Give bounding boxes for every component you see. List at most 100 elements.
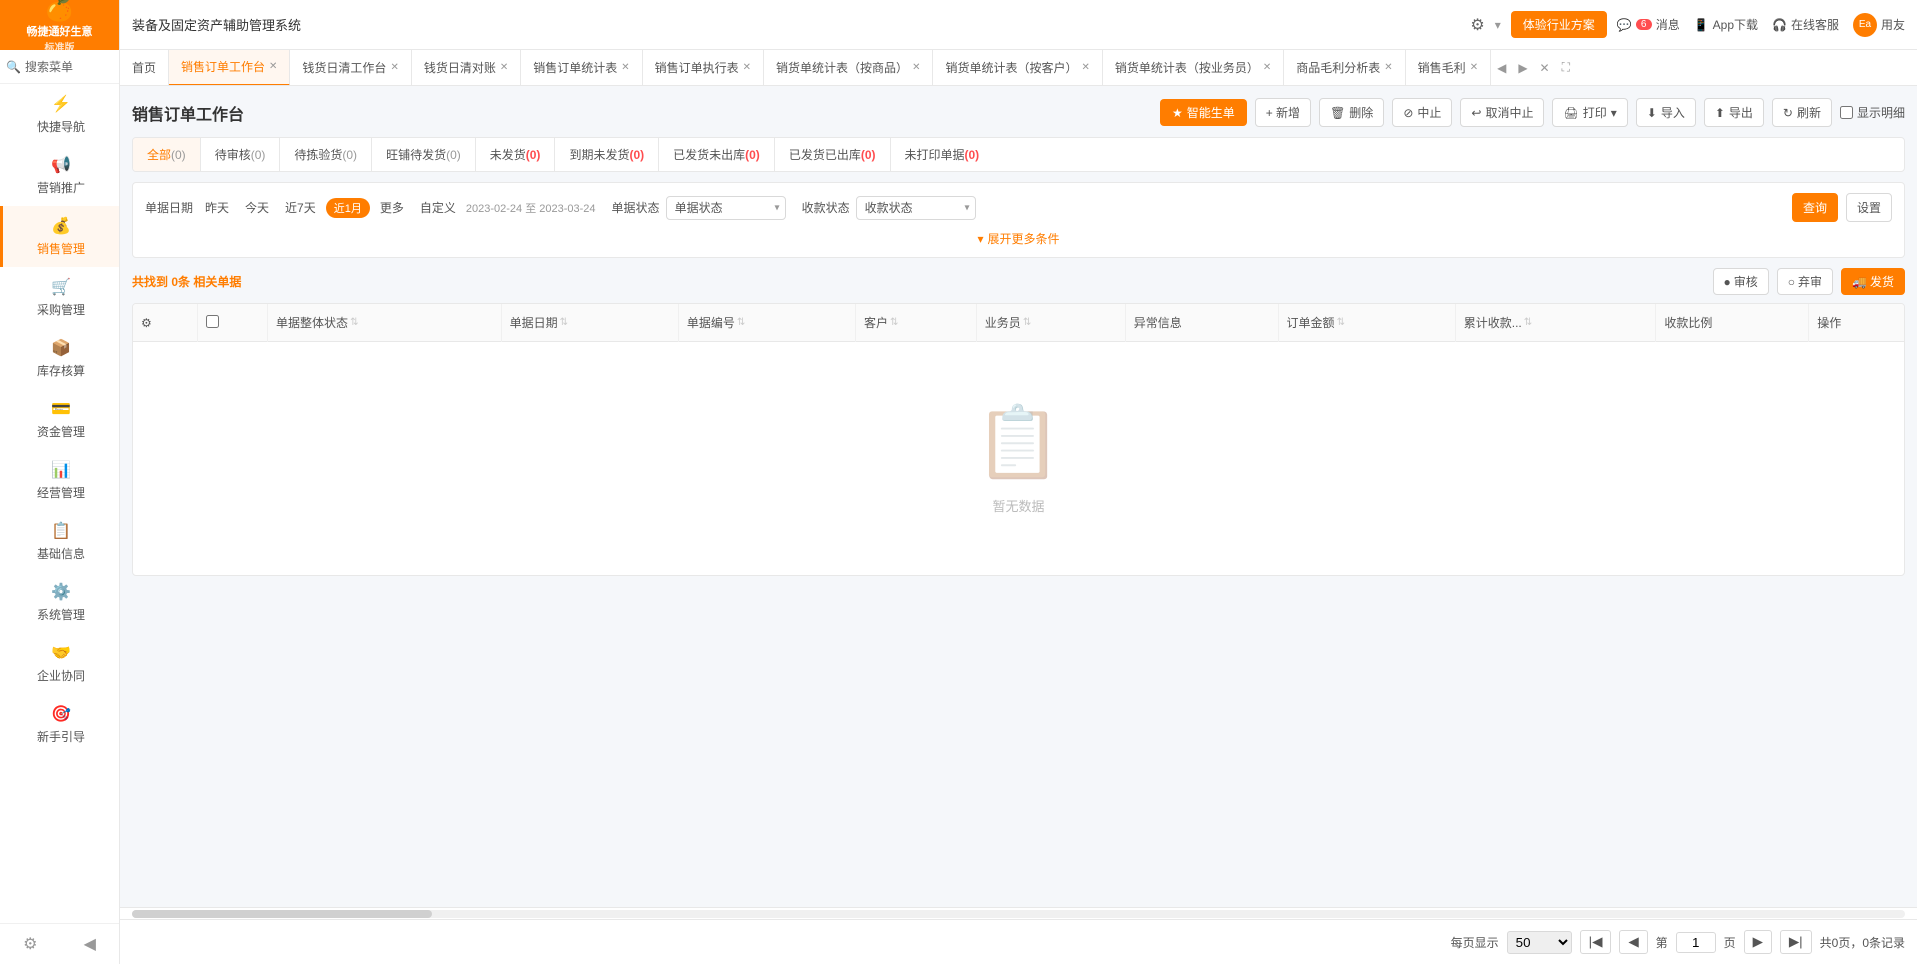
th-number[interactable]: 单据编号 bbox=[678, 304, 855, 342]
sidebar-item-purchase[interactable]: 🛒采购管理 bbox=[0, 267, 119, 328]
delete-btn[interactable]: 🗑 删除 bbox=[1319, 98, 1384, 127]
tab-fullscreen-btn[interactable]: ⛶ bbox=[1556, 60, 1576, 75]
settings-btn[interactable]: 设置 bbox=[1846, 193, 1892, 222]
sidebar-item-enterprise[interactable]: 🤝企业协同 bbox=[0, 633, 119, 694]
topbar-app-download[interactable]: 📱 App下载 bbox=[1694, 16, 1758, 33]
industry-solution-btn[interactable]: 体验行业方案 bbox=[1511, 11, 1607, 38]
topbar-user[interactable]: Ea 用友 bbox=[1853, 13, 1905, 37]
page-number-input[interactable] bbox=[1676, 932, 1716, 953]
topbar-settings-icon[interactable]: ⚙ bbox=[1470, 15, 1484, 35]
payment-select[interactable]: 收款状态 bbox=[856, 196, 976, 220]
sidebar-item-operations[interactable]: 📊经营管理 bbox=[0, 450, 119, 511]
topbar-online-service[interactable]: 🎧 在线客服 bbox=[1772, 16, 1839, 33]
expand-conditions-btn[interactable]: ▾ 展开更多条件 bbox=[977, 230, 1059, 247]
th-amount[interactable]: 订单金额 bbox=[1278, 304, 1455, 342]
query-btn[interactable]: 查询 bbox=[1792, 193, 1838, 222]
th-label-amount[interactable]: 订单金额 bbox=[1287, 314, 1447, 331]
tab-sales-summary-customer[interactable]: 销货单统计表（按客户）✕ bbox=[933, 50, 1102, 86]
date-opt-today[interactable]: 今天 bbox=[239, 197, 275, 218]
sidebar-item-system[interactable]: ⚙️系统管理 bbox=[0, 572, 119, 633]
smart-create-btn[interactable]: ★ 智能生单 bbox=[1160, 99, 1247, 126]
sidebar-search[interactable]: 🔍 搜索菜单 bbox=[0, 50, 119, 84]
unreviewed-btn[interactable]: ○ 弃审 bbox=[1777, 268, 1833, 295]
tab-close-sales-summary-staff[interactable]: ✕ bbox=[1263, 62, 1271, 73]
status-select[interactable]: 单据状态 bbox=[666, 196, 786, 220]
tab-sales-profit[interactable]: 销售毛利✕ bbox=[1406, 50, 1491, 86]
th-label-staff[interactable]: 业务员 bbox=[985, 314, 1117, 331]
tab-prev-btn[interactable]: ◀ bbox=[1491, 61, 1512, 75]
tab-close-gross-margin[interactable]: ✕ bbox=[1384, 62, 1392, 73]
table-settings-icon[interactable]: ⚙ bbox=[141, 316, 152, 330]
filter-tab-pending-check[interactable]: 待拣验货(0) bbox=[280, 138, 372, 171]
tab-close-all-btn[interactable]: ✕ bbox=[1534, 61, 1556, 75]
th-label-customer[interactable]: 客户 bbox=[864, 314, 968, 331]
page-prev-btn[interactable]: ◀ bbox=[1619, 930, 1647, 954]
topbar-message[interactable]: 💬 6 消息 bbox=[1617, 16, 1680, 33]
tab-close-cash-daily[interactable]: ✕ bbox=[390, 62, 398, 73]
filter-tab-shipped-out[interactable]: 已发货已出库(0) bbox=[775, 138, 891, 171]
tab-next-btn[interactable]: ▶ bbox=[1512, 61, 1533, 75]
filter-tab-pending-review[interactable]: 待审核(0) bbox=[201, 138, 281, 171]
tab-sales-stats[interactable]: 销售订单统计表✕ bbox=[521, 50, 642, 86]
tab-close-sales-exec[interactable]: ✕ bbox=[743, 62, 751, 73]
filter-tab-shipped-not-out[interactable]: 已发货未出库(0) bbox=[659, 138, 775, 171]
tab-close-sales-profit[interactable]: ✕ bbox=[1470, 62, 1478, 73]
sidebar-item-base-info[interactable]: 📋基础信息 bbox=[0, 511, 119, 572]
date-opt-yesterday[interactable]: 昨天 bbox=[199, 197, 235, 218]
filter-tab-all[interactable]: 全部(0) bbox=[133, 138, 201, 171]
scrollbar-thumb[interactable] bbox=[132, 910, 432, 918]
cancel-stop-btn[interactable]: ↩ 取消中止 bbox=[1460, 98, 1544, 127]
refresh-btn[interactable]: ↻ 刷新 bbox=[1772, 98, 1832, 127]
per-page-select[interactable]: 50 10 20 100 bbox=[1507, 931, 1572, 954]
export-btn[interactable]: ⬆ 导出 bbox=[1704, 98, 1764, 127]
date-opt-more[interactable]: 更多 bbox=[374, 197, 410, 218]
show-detail-label[interactable]: 显示明细 bbox=[1840, 104, 1905, 121]
th-received[interactable]: 累计收款... bbox=[1455, 304, 1656, 342]
tab-close-cash-reconcile[interactable]: ✕ bbox=[500, 62, 508, 73]
import-btn[interactable]: ⬇ 导入 bbox=[1636, 98, 1696, 127]
show-detail-checkbox[interactable] bbox=[1840, 106, 1853, 119]
sidebar-settings-btn[interactable]: ⚙ bbox=[23, 934, 37, 954]
sidebar-item-sales[interactable]: 💰销售管理 bbox=[0, 206, 119, 267]
th-label-date[interactable]: 单据日期 bbox=[510, 314, 670, 331]
tab-close-sales-workbench[interactable]: ✕ bbox=[269, 61, 277, 72]
sidebar-item-guide[interactable]: 🎯新手引导 bbox=[0, 694, 119, 755]
page-first-btn[interactable]: |◀ bbox=[1580, 930, 1612, 954]
tab-close-sales-summary-product[interactable]: ✕ bbox=[912, 62, 920, 73]
filter-tab-unprinted[interactable]: 未打印单据(0) bbox=[891, 138, 994, 171]
page-last-btn[interactable]: ▶| bbox=[1780, 930, 1812, 954]
new-btn[interactable]: + 新增 bbox=[1255, 98, 1311, 127]
sidebar-item-quick-nav[interactable]: ⚡快捷导航 bbox=[0, 84, 119, 145]
ship-btn[interactable]: 🚚 发货 bbox=[1841, 268, 1905, 295]
tab-close-sales-stats[interactable]: ✕ bbox=[621, 62, 629, 73]
th-label-received[interactable]: 累计收款... bbox=[1464, 314, 1648, 331]
th-customer[interactable]: 客户 bbox=[856, 304, 977, 342]
tab-sales-summary-staff[interactable]: 销货单统计表（按业务员）✕ bbox=[1103, 50, 1284, 86]
date-opt-7days[interactable]: 近7天 bbox=[279, 197, 322, 218]
th-status[interactable]: 单据整体状态 bbox=[268, 304, 502, 342]
tab-sales-workbench[interactable]: 销售订单工作台✕ bbox=[169, 50, 290, 86]
th-label-status[interactable]: 单据整体状态 bbox=[276, 314, 493, 331]
filter-tab-unshipped[interactable]: 未发货(0) bbox=[476, 138, 556, 171]
tab-home[interactable]: 首页 bbox=[120, 50, 169, 86]
sidebar-item-marketing[interactable]: 📢营销推广 bbox=[0, 145, 119, 206]
tab-cash-daily[interactable]: 钱货日清工作台✕ bbox=[290, 50, 411, 86]
date-opt-1month[interactable]: 近1月 bbox=[326, 198, 370, 218]
sidebar-item-inventory[interactable]: 📦库存核算 bbox=[0, 328, 119, 389]
th-label-number[interactable]: 单据编号 bbox=[687, 314, 847, 331]
filter-tab-overdue-unshipped[interactable]: 到期未发货(0) bbox=[555, 138, 659, 171]
topbar-dropdown-icon[interactable]: ▾ bbox=[1495, 18, 1501, 32]
date-opt-custom[interactable]: 自定义 bbox=[414, 197, 462, 218]
tab-gross-margin[interactable]: 商品毛利分析表✕ bbox=[1284, 50, 1405, 86]
sidebar-item-finance[interactable]: 💳资金管理 bbox=[0, 389, 119, 450]
th-date[interactable]: 单据日期 bbox=[501, 304, 678, 342]
select-all-checkbox[interactable] bbox=[206, 315, 219, 328]
page-next-btn[interactable]: ▶ bbox=[1744, 930, 1772, 954]
tab-cash-reconcile[interactable]: 钱货日清对账✕ bbox=[412, 50, 521, 86]
th-staff[interactable]: 业务员 bbox=[976, 304, 1125, 342]
sidebar-collapse-btn[interactable]: ◀ bbox=[84, 934, 96, 954]
tab-close-sales-summary-customer[interactable]: ✕ bbox=[1081, 62, 1089, 73]
filter-tab-wangpu-ship[interactable]: 旺铺待发货(0) bbox=[372, 138, 476, 171]
print-btn[interactable]: 🖨 打印 ▾ bbox=[1552, 98, 1627, 127]
stop-btn[interactable]: ⊘ 中止 bbox=[1392, 98, 1452, 127]
